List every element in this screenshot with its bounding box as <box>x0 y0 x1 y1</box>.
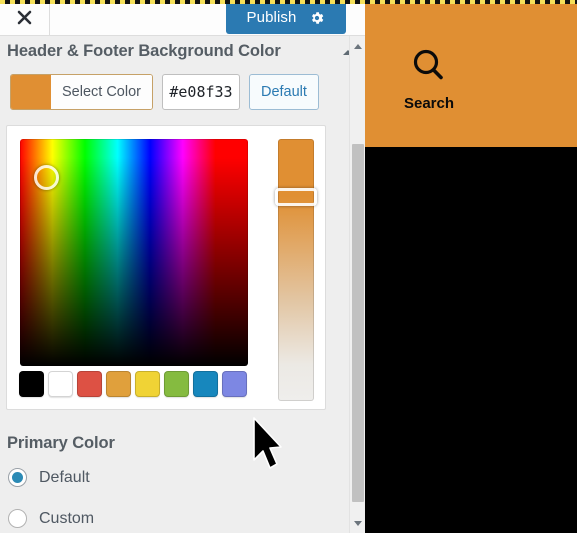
section-title-header-footer-bg: Header & Footer Background Color <box>7 42 281 60</box>
radio-button-default[interactable] <box>8 468 27 487</box>
site-preview: Search <box>365 0 577 533</box>
reset-default-color-button[interactable]: Default <box>248 74 319 110</box>
preset-swatch-row <box>19 371 247 397</box>
lightness-slider-track[interactable] <box>278 139 314 401</box>
preset-swatch-violet[interactable] <box>222 371 247 397</box>
color-picker-card <box>6 125 326 410</box>
radio-label-custom: Custom <box>39 509 95 527</box>
customizer-topbar: Publish <box>0 0 365 36</box>
customizer-scrollbar[interactable] <box>349 36 365 533</box>
preset-swatch-black[interactable] <box>19 371 44 397</box>
scrollbar-down-button[interactable] <box>350 515 365 531</box>
hex-color-input[interactable] <box>161 74 240 110</box>
triangle-up-icon <box>354 43 362 49</box>
triangle-down-icon <box>354 520 362 526</box>
preset-swatch-yellow[interactable] <box>135 371 160 397</box>
close-customizer-button[interactable] <box>0 0 50 35</box>
gear-icon[interactable] <box>309 10 325 26</box>
search-icon <box>409 46 449 91</box>
close-icon <box>16 9 33 26</box>
preset-swatch-orange[interactable] <box>106 371 131 397</box>
select-color-button[interactable]: Select Color <box>10 74 153 110</box>
radio-option-default[interactable]: Default <box>8 468 90 487</box>
preset-swatch-green[interactable] <box>164 371 189 397</box>
saturation-value-marker[interactable] <box>34 165 59 190</box>
radio-label-default: Default <box>39 468 90 486</box>
preview-search-button[interactable]: Search <box>365 46 493 112</box>
publish-button[interactable]: Publish <box>226 1 346 34</box>
focus-highlight-strip <box>0 0 577 4</box>
color-control-row: Select Color Default <box>10 74 319 110</box>
radio-option-custom[interactable]: Custom <box>8 509 94 528</box>
customizer-panel: Publish Header & Footer Background Color… <box>0 0 365 533</box>
preview-search-label: Search <box>403 95 455 112</box>
screen: Publish Header & Footer Background Color… <box>0 0 577 533</box>
scrollbar-thumb[interactable] <box>352 144 364 502</box>
radio-button-custom[interactable] <box>8 509 27 528</box>
current-color-preview <box>11 75 51 109</box>
preview-site-header: Search <box>365 0 577 147</box>
preset-swatch-red[interactable] <box>77 371 102 397</box>
scrollbar-up-button[interactable] <box>350 38 365 54</box>
preset-swatch-blue[interactable] <box>193 371 218 397</box>
preset-swatch-white[interactable] <box>48 371 73 397</box>
publish-button-label: Publish <box>246 9 297 26</box>
section-title-primary-color: Primary Color <box>7 434 115 452</box>
select-color-label: Select Color <box>51 75 152 109</box>
saturation-value-area[interactable] <box>20 139 248 366</box>
lightness-slider-handle[interactable] <box>275 188 317 206</box>
